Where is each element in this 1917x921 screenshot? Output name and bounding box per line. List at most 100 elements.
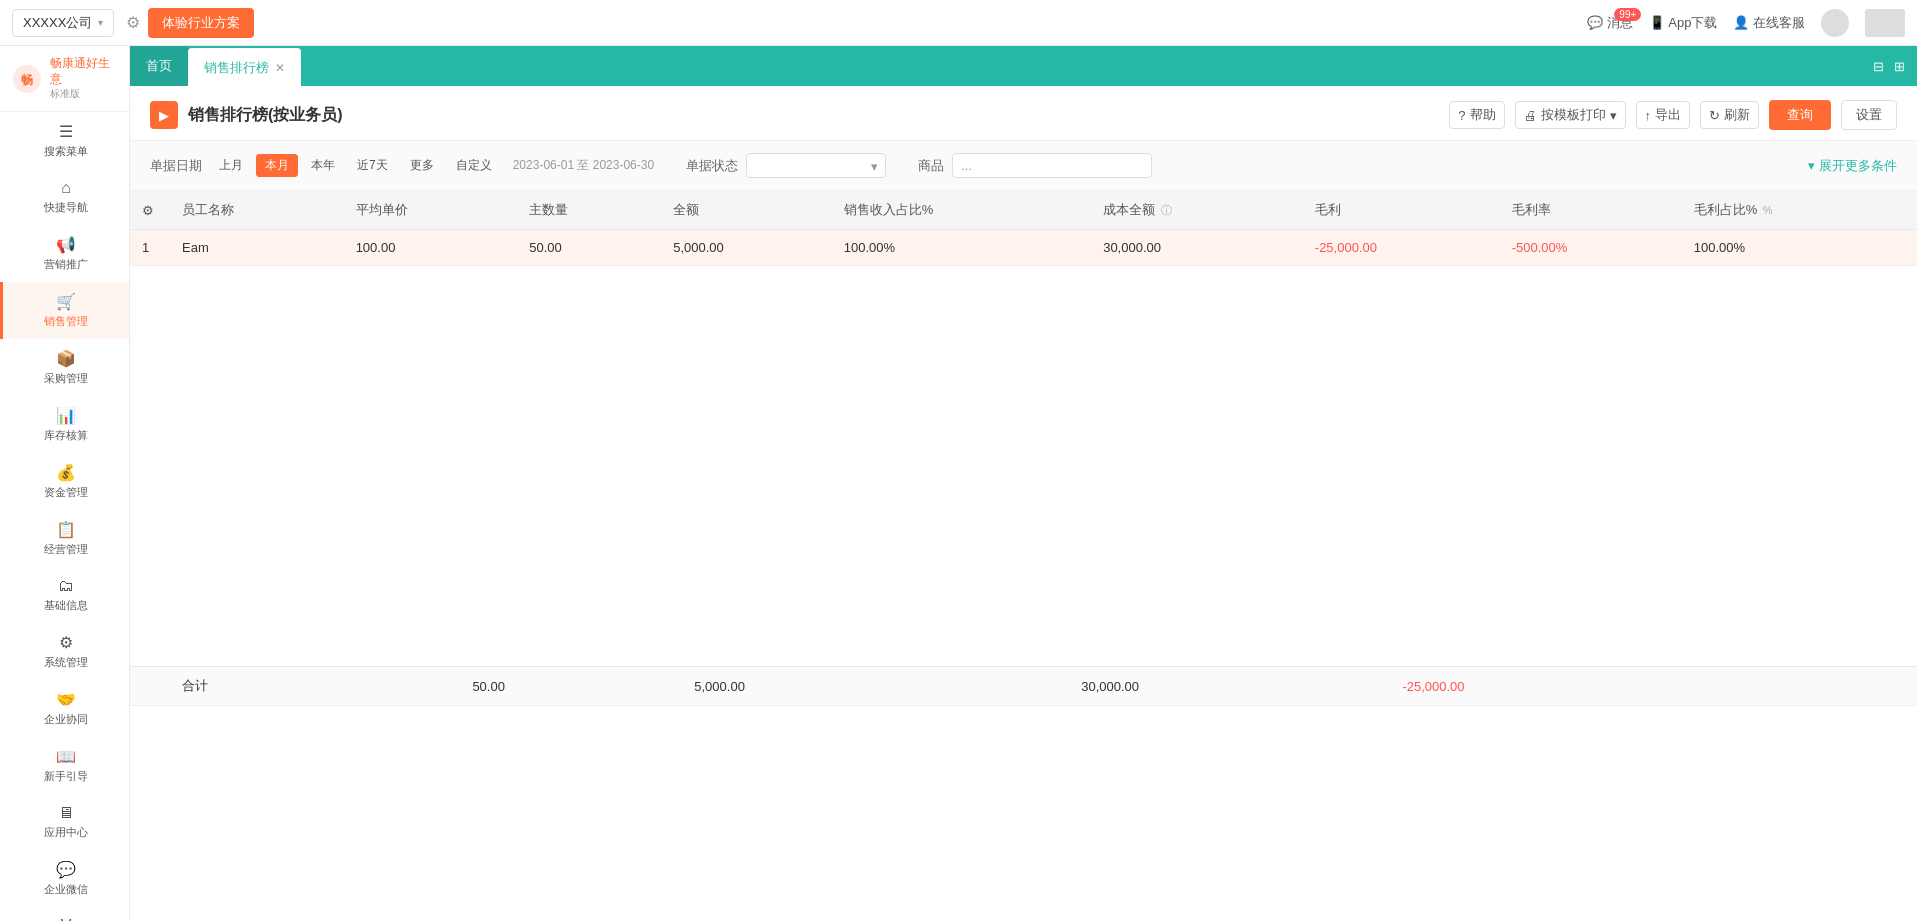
sidebar-item-sales[interactable]: 🛒 销售管理	[0, 282, 129, 339]
date-tab-this-year[interactable]: 本年	[302, 154, 344, 177]
tab-home[interactable]: 首页	[130, 46, 188, 86]
tab-bar: 首页 销售排行榜 ✕ ⊟ ⊞	[130, 46, 1917, 86]
sidebar-label: 营销推广	[44, 257, 88, 272]
help-button[interactable]: ? 帮助	[1449, 101, 1504, 129]
table-header-row: ⚙ 员工名称 平均单价 主数量 全额 销售收入占比% 成本全额 ⓘ 毛利 毛利率	[130, 191, 1917, 230]
date-tab-last-month[interactable]: 上月	[210, 154, 252, 177]
sidebar-logo: 畅 畅康通好生意 标准版	[0, 46, 129, 112]
sidebar-label: 基础信息	[44, 598, 88, 613]
company-selector[interactable]: XXXXX公司 ▾	[12, 9, 114, 37]
refresh-icon: ↻	[1709, 108, 1720, 123]
message-count: 99+	[1614, 8, 1641, 21]
date-tab-7days[interactable]: 近7天	[348, 154, 397, 177]
sidebar-item-operations[interactable]: 📋 经营管理	[0, 510, 129, 567]
user-menu[interactable]	[1865, 9, 1905, 37]
sidebar-item-enterprise[interactable]: 🤝 企业协同	[0, 680, 129, 737]
cell-name: Eam	[170, 230, 344, 266]
sidebar-item-marketing[interactable]: 📢 营销推广	[0, 225, 129, 282]
footer-empty	[130, 667, 170, 706]
table-row: 1 Eam 100.00 50.00 5,000.00 100.00% 30,0…	[130, 230, 1917, 266]
template-print-button[interactable]: 🖨 按模板打印 ▾	[1515, 101, 1626, 129]
th-income-pct: 销售收入占比%	[832, 191, 1091, 230]
footer-income-pct	[975, 667, 1069, 706]
date-tab-more[interactable]: 更多	[401, 154, 443, 177]
base-info-icon: 🗂	[58, 577, 74, 595]
date-tab-this-month[interactable]: 本月	[256, 154, 298, 177]
sidebar-item-search-menu[interactable]: ☰ 搜索菜单	[0, 112, 129, 169]
th-amount: 全额	[661, 191, 831, 230]
message-icon: 💬	[1587, 15, 1603, 30]
search-menu-icon: ☰	[59, 122, 73, 141]
cell-amount: 5,000.00	[661, 230, 831, 266]
th-qty: 主数量	[517, 191, 661, 230]
tab-minimize-icon[interactable]: ⊟	[1873, 59, 1884, 74]
page-title: 销售排行榜(按业务员)	[188, 105, 343, 126]
vip-icon: V	[61, 917, 72, 921]
refresh-button[interactable]: ↻ 刷新	[1700, 101, 1759, 129]
app-download[interactable]: 📱 App下载	[1649, 14, 1717, 32]
status-select[interactable]	[746, 153, 886, 178]
sidebar-item-guide[interactable]: 📖 新手引导	[0, 737, 129, 794]
cell-income-pct: 100.00%	[832, 230, 1091, 266]
tab-close-icon[interactable]: ✕	[275, 61, 285, 75]
inventory-icon: 📊	[56, 406, 76, 425]
sidebar-item-quick-nav[interactable]: ⌂ 快捷导航	[0, 169, 129, 225]
message-badge[interactable]: 💬 消息 99+	[1587, 14, 1633, 32]
date-range: 2023-06-01 至 2023-06-30	[513, 157, 654, 174]
query-button[interactable]: 查询	[1769, 100, 1831, 130]
cell-gross-margin: -500.00%	[1500, 230, 1682, 266]
expand-more-btn[interactable]: ▾ 展开更多条件	[1808, 157, 1897, 175]
sidebar-item-base-info[interactable]: 🗂 基础信息	[0, 567, 129, 623]
tab-expand-icon[interactable]: ⊞	[1894, 59, 1905, 74]
avatar[interactable]	[1821, 9, 1849, 37]
footer-row: 合计 50.00 5,000.00 30,000.00 -25,000.00	[130, 667, 1917, 706]
status-select-wrap	[746, 153, 886, 178]
trial-button[interactable]: 体验行业方案	[148, 8, 254, 38]
footer-table: 合计 50.00 5,000.00 30,000.00 -25,000.00	[130, 667, 1917, 706]
filter-row-1: 单据日期 上月 本月 本年 近7天 更多 自定义 2023-06-01 至 20…	[150, 153, 1897, 178]
logo-sub: 标准版	[50, 87, 117, 101]
sidebar-item-app-center[interactable]: 🖥 应用中心	[0, 794, 129, 850]
goods-input[interactable]	[952, 153, 1152, 178]
tab-sales-rank[interactable]: 销售排行榜 ✕	[188, 48, 301, 88]
th-cost-amount: 成本全额 ⓘ	[1091, 191, 1303, 230]
guide-icon: 📖	[56, 747, 76, 766]
sidebar-item-inventory[interactable]: 📊 库存核算	[0, 396, 129, 453]
content-area: ▶ 销售排行榜(按业务员) ? 帮助 🖨 按模板打印 ▾	[130, 86, 1917, 921]
help-icon: ?	[1458, 108, 1465, 123]
date-tab-custom[interactable]: 自定义	[447, 154, 501, 177]
cell-cost-amount: 30,000.00	[1091, 230, 1303, 266]
sidebar-label: 应用中心	[44, 825, 88, 840]
sidebar-item-wechat[interactable]: 💬 企业微信	[0, 850, 129, 907]
sidebar-item-purchase[interactable]: 📦 采购管理	[0, 339, 129, 396]
footer-amount: 5,000.00	[682, 667, 975, 706]
footer-label: 合计	[170, 667, 366, 706]
export-button[interactable]: ↑ 导出	[1636, 101, 1691, 129]
sidebar-label: 销售管理	[44, 314, 88, 329]
settings-button[interactable]: 设置	[1841, 100, 1897, 130]
filter-bar: 单据日期 上月 本月 本年 近7天 更多 自定义 2023-06-01 至 20…	[130, 141, 1917, 191]
footer-gross-margin	[1729, 667, 1823, 706]
sidebar-item-system[interactable]: ⚙ 系统管理	[0, 623, 129, 680]
th-gross-margin: 毛利率	[1500, 191, 1682, 230]
cell-qty: 50.00	[517, 230, 661, 266]
footer-gross-profit: -25,000.00	[1390, 667, 1728, 706]
logo-text: 畅康通好生意	[50, 56, 117, 87]
logo-icon: 畅	[12, 63, 42, 95]
cost-info-icon: ⓘ	[1161, 204, 1172, 216]
profit-info-icon: %	[1763, 204, 1773, 216]
sidebar-label: 采购管理	[44, 371, 88, 386]
table-settings-icon[interactable]: ⚙	[142, 203, 154, 218]
gear-icon[interactable]: ⚙	[126, 13, 140, 32]
sidebar-label: 库存核算	[44, 428, 88, 443]
th-settings[interactable]: ⚙	[130, 191, 170, 230]
th-avg-price: 平均单价	[344, 191, 518, 230]
tab-home-label: 首页	[146, 57, 172, 75]
sidebar-item-vip[interactable]: V 畅会员	[0, 907, 129, 921]
sidebar: 畅 畅康通好生意 标准版 ☰ 搜索菜单 ⌂ 快捷导航 📢 营销推广 🛒 销售管理…	[0, 46, 130, 921]
online-service[interactable]: 👤 在线客服	[1733, 14, 1805, 32]
page-actions: ? 帮助 🖨 按模板打印 ▾ ↑ 导出 ↻	[1449, 100, 1897, 130]
collapse-page-btn[interactable]: ▶	[150, 101, 178, 129]
sidebar-item-finance[interactable]: 💰 资金管理	[0, 453, 129, 510]
wechat-icon: 💬	[56, 860, 76, 879]
